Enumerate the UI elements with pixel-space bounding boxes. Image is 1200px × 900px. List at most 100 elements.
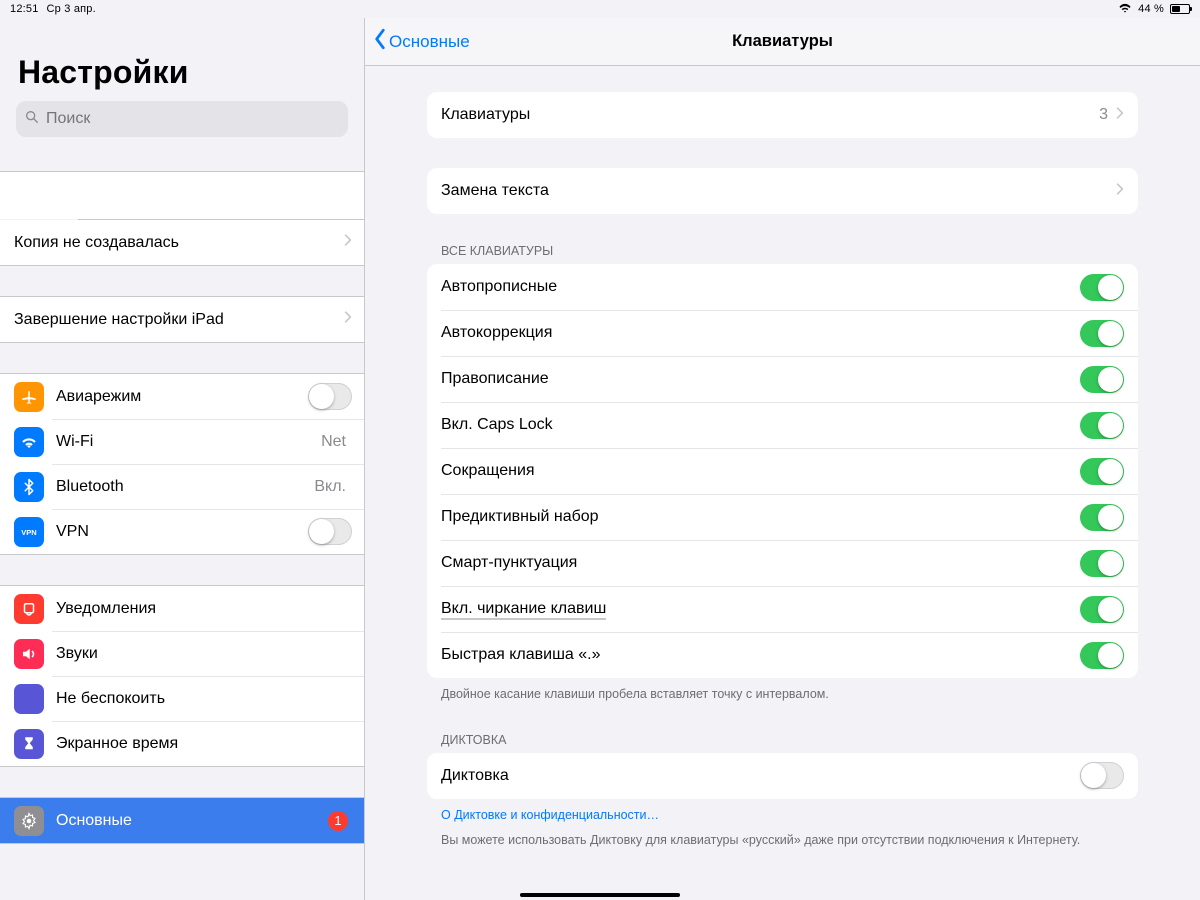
row-label: Авиарежим [56,388,308,406]
sidebar-item-finish-setup[interactable]: Завершение настройки iPad [0,297,364,342]
svg-text:VPN: VPN [21,528,36,537]
airplane-icon [14,382,44,412]
settings-card: Диктовка [427,753,1138,799]
row-label: Копия не создавалась [14,234,344,252]
section-header: ДИКТОВКА [441,733,1138,747]
setting-row-autocap: Автопрописные [427,264,1138,310]
battery-icon [1170,4,1190,14]
nav-bar: Основные Клавиатуры [365,18,1200,66]
sidebar-item-wifi[interactable]: Wi-FiNet [0,419,364,464]
search-field[interactable] [46,110,340,128]
sidebar-item-general[interactable]: Основные1 [0,798,364,843]
settings-sidebar: Настройки Копия не создавалась Завершение… [0,18,365,900]
setting-row-capslock: Вкл. Caps Lock [427,402,1138,448]
row-label: Wi-Fi [56,433,321,451]
status-date: Ср 3 апр. [47,3,96,15]
section-footer: Вы можете использовать Диктовку для клав… [441,832,1124,849]
row-label: Уведомления [56,600,352,618]
speaker-icon [14,639,44,669]
row-label: Быстрая клавиша «.» [441,646,1080,664]
row-label: Правописание [441,370,1080,388]
row-label: Диктовка [441,767,1080,785]
sidebar-item-airplane[interactable]: Авиарежим [0,374,364,419]
toggle-switch[interactable] [1080,762,1124,789]
setting-row-shortcuts: Сокращения [427,448,1138,494]
back-button[interactable]: Основные [373,28,470,55]
search-input[interactable] [16,101,348,137]
chevron-right-icon [344,233,352,252]
setting-row-periodshortcut: Быстрая клавиша «.» [427,632,1138,678]
sidebar-item-sounds[interactable]: Звуки [0,631,364,676]
toggle-switch[interactable] [1080,320,1124,347]
battery-percent: 44 % [1138,3,1164,15]
row-label: Экранное время [56,735,352,753]
toggle-switch[interactable] [1080,458,1124,485]
search-icon [24,109,40,130]
toggle-switch[interactable] [1080,504,1124,531]
toggle-switch[interactable] [1080,596,1124,623]
toggle-switch[interactable] [1080,412,1124,439]
row-label: Основные [56,812,328,830]
sidebar-item-backup[interactable]: Копия не создавалась [0,220,364,265]
sidebar-item-dnd[interactable]: Не беспокоить [0,676,364,721]
row-tail: Вкл. [314,478,346,496]
row-label: Звуки [56,645,352,663]
vpn-icon: VPN [14,517,44,547]
chevron-right-icon [1116,182,1124,201]
row-tail: Net [321,433,346,451]
setting-row-spelling: Правописание [427,356,1138,402]
setting-row-autocorrect: Автокоррекция [427,310,1138,356]
chevron-right-icon [1116,106,1124,125]
row-label: Не беспокоить [56,690,352,708]
badge: 1 [328,811,348,831]
settings-detail: Основные Клавиатуры Клавиатуры3Замена те… [365,18,1200,900]
wifi-icon [1118,3,1132,16]
row-label: Замена текста [441,182,1116,200]
footer-link[interactable]: О Диктовке и конфиденциальности… [441,808,659,822]
row-label: Завершение настройки iPad [14,311,344,329]
setting-row-keyboards[interactable]: Клавиатуры3 [427,92,1138,138]
status-time: 12:51 [10,3,39,15]
sidebar-item-screentime[interactable]: Экранное время [0,721,364,766]
row-label: Клавиатуры [441,106,1099,124]
toggle-switch[interactable] [308,518,352,545]
row-label: Автокоррекция [441,324,1080,342]
gear-icon [14,806,44,836]
section-footer: Двойное касание клавиши пробела вставляе… [441,686,1124,703]
chevron-left-icon [373,28,387,55]
sidebar-item-notifications[interactable]: Уведомления [0,586,364,631]
row-label: Bluetooth [56,478,314,496]
page-title: Настройки [18,54,346,91]
setting-row-dictation: Диктовка [427,753,1138,799]
settings-card: Замена текста [427,168,1138,214]
toggle-switch[interactable] [1080,366,1124,393]
row-label: Автопрописные [441,278,1080,296]
section-header: ВСЕ КЛАВИАТУРЫ [441,244,1138,258]
row-label: Предиктивный набор [441,508,1080,526]
setting-row-keyflicks: Вкл. чиркание клавиш [427,586,1138,632]
toggle-switch[interactable] [1080,642,1124,669]
setting-row-textreplace[interactable]: Замена текста [427,168,1138,214]
bell-icon [14,594,44,624]
row-label: VPN [56,523,308,541]
row-label: Вкл. Caps Lock [441,416,1080,434]
bluetooth-icon [14,472,44,502]
sidebar-item-bluetooth[interactable]: BluetoothВкл. [0,464,364,509]
hourglass-icon [14,729,44,759]
moon-icon [14,684,44,714]
nav-title: Клавиатуры [365,32,1200,51]
chevron-right-icon [344,310,352,329]
settings-card: Клавиатуры3 [427,92,1138,138]
row-tail: 3 [1099,106,1108,124]
row-label: Вкл. чиркание клавиш [441,600,1080,618]
settings-card: Автопрописные Автокоррекция Правописание Вк… [427,264,1138,678]
row-label: Смарт-пунктуация [441,554,1080,572]
sidebar-item-vpn[interactable]: VPN VPN [0,509,364,554]
row-label: Сокращения [441,462,1080,480]
toggle-switch[interactable] [1080,274,1124,301]
toggle-switch[interactable] [1080,550,1124,577]
setting-row-predictive: Предиктивный набор [427,494,1138,540]
home-indicator[interactable] [520,893,680,897]
setting-row-smartpunct: Смарт-пунктуация [427,540,1138,586]
toggle-switch[interactable] [308,383,352,410]
